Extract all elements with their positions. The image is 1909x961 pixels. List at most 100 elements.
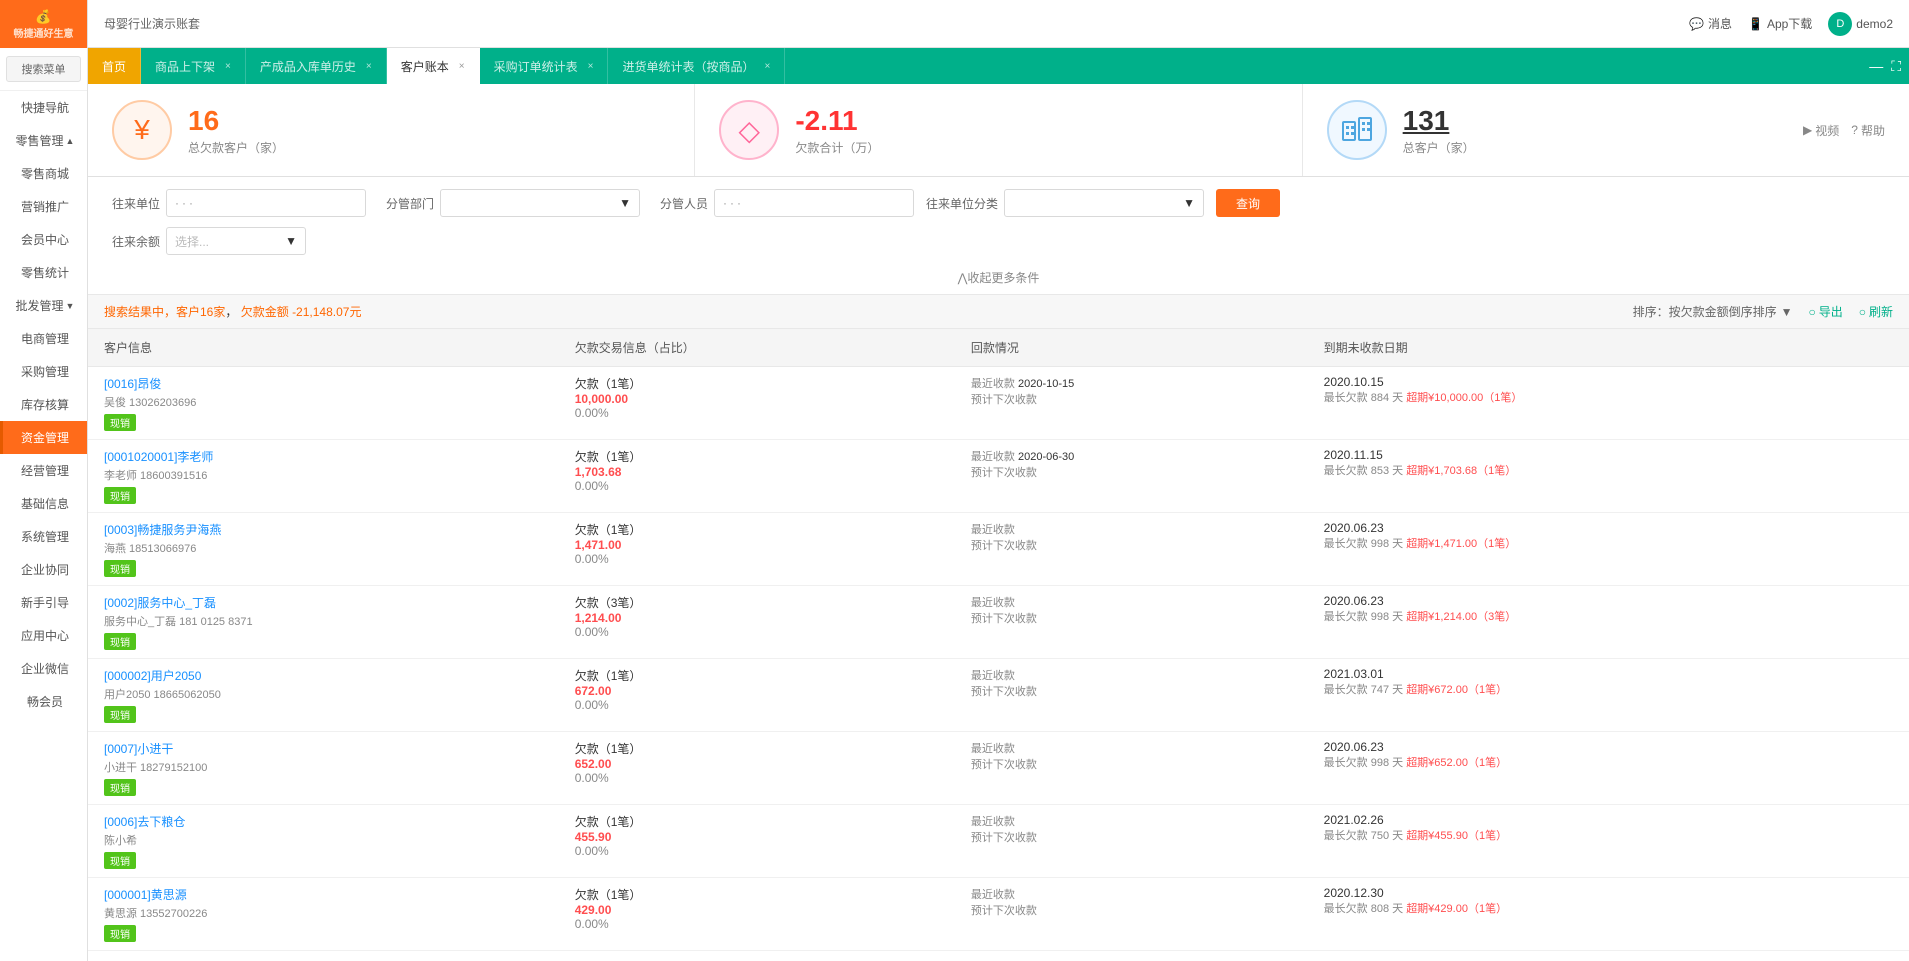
- customer-name-5[interactable]: [0007]小进干: [104, 740, 543, 757]
- customer-sub-0: 吴俊 13026203696: [104, 394, 543, 410]
- overdue-link-7[interactable]: 超期¥429.00（1笔）: [1406, 903, 1507, 915]
- tab-customer-account[interactable]: 客户账本 ×: [387, 48, 480, 84]
- customer-name-1[interactable]: [0001020001]李老师: [104, 448, 543, 465]
- app-download-button[interactable]: 📱 App下载: [1748, 15, 1812, 32]
- collapse-icon: ⋀: [958, 269, 968, 286]
- due-date-2: 2020.06.23: [1324, 521, 1893, 535]
- unit-class-select[interactable]: ▼: [1004, 189, 1204, 217]
- debt-amount-1[interactable]: 1,703.68: [575, 465, 939, 479]
- close-icon[interactable]: ×: [588, 61, 594, 72]
- cell-due-4: 2021.03.01 最长欠款 747 天 超期¥672.00（1笔）: [1308, 659, 1909, 732]
- debt-amount-6[interactable]: 455.90: [575, 830, 939, 844]
- tab-purchase-order[interactable]: 采购订单统计表 ×: [480, 48, 609, 84]
- from-unit-input[interactable]: ···: [166, 189, 366, 217]
- tab-home[interactable]: 首页: [88, 48, 141, 84]
- username-label: demo2: [1856, 17, 1893, 31]
- sidebar-item-operations[interactable]: 经营管理: [0, 454, 87, 487]
- dept-select[interactable]: ▼: [440, 189, 640, 217]
- customer-name-7[interactable]: [000001]黄思源: [104, 886, 543, 903]
- filter-toggle[interactable]: ⋀ 收起更多条件: [104, 265, 1893, 294]
- recent-label-6: 最近收款: [971, 813, 1292, 829]
- debt-amount-3[interactable]: 1,214.00: [575, 611, 939, 625]
- sidebar-item-retail-mall[interactable]: 零售商城: [0, 157, 87, 190]
- customer-name-6[interactable]: [0006]去下粮仓: [104, 813, 543, 830]
- sidebar-item-member-vip[interactable]: 畅会员: [0, 685, 87, 718]
- close-icon[interactable]: ×: [764, 61, 770, 72]
- sidebar-item-capital[interactable]: 资金管理: [0, 421, 87, 454]
- search-menu-button[interactable]: 搜索菜单: [6, 56, 81, 82]
- recent-label-3: 最近收款: [971, 594, 1292, 610]
- overdue-link-5[interactable]: 超期¥652.00（1笔）: [1406, 757, 1507, 769]
- export-button[interactable]: ○ 导出: [1808, 303, 1842, 320]
- sort-selector[interactable]: 排序：按欠款金额倒序排序 ▼: [1633, 303, 1793, 320]
- table-row: [0001020001]李老师 李老师 18600391516 现销 欠款（1笔…: [88, 440, 1909, 513]
- tab-product-shelf[interactable]: 商品上下架 ×: [141, 48, 246, 84]
- balance-placeholder: 选择...: [175, 233, 209, 250]
- table-row: [0016]昂俊 吴俊 13026203696 现销 欠款（1笔） 10,000…: [88, 367, 1909, 440]
- close-icon[interactable]: ×: [366, 61, 372, 72]
- due-date-0: 2020.10.15: [1324, 375, 1893, 389]
- collapse-label: 收起更多条件: [967, 269, 1039, 286]
- overdue-days-1: 最长欠款 853 天 超期¥1,703.68（1笔）: [1324, 462, 1893, 478]
- debt-amount-5[interactable]: 652.00: [575, 757, 939, 771]
- debt-customers-content: 16 总欠款客户（家）: [188, 104, 284, 157]
- close-icon[interactable]: ×: [225, 61, 231, 72]
- cell-customer-7: [000001]黄思源 黄思源 13552700226 现销: [88, 878, 559, 951]
- message-button[interactable]: 💬 消息: [1689, 15, 1732, 32]
- summary-actions: ▶ 视频 ? 帮助: [1803, 122, 1885, 139]
- minimize-icon[interactable]: —: [1869, 58, 1883, 75]
- sidebar-item-system[interactable]: 系统管理: [0, 520, 87, 553]
- sidebar-item-purchase[interactable]: 采购管理: [0, 355, 87, 388]
- sidebar-item-enterprise[interactable]: 企业协同: [0, 553, 87, 586]
- overdue-link-0[interactable]: 超期¥10,000.00（1笔）: [1406, 392, 1522, 404]
- tab-production-history[interactable]: 产成品入库单历史 ×: [246, 48, 387, 84]
- total-customers-icon: [1327, 100, 1387, 160]
- sidebar-item-member[interactable]: 会员中心: [0, 223, 87, 256]
- overdue-link-2[interactable]: 超期¥1,471.00（1笔）: [1406, 538, 1516, 550]
- debt-amount-7[interactable]: 429.00: [575, 903, 939, 917]
- balance-select[interactable]: 选择... ▼: [166, 227, 306, 255]
- debt-amount-2[interactable]: 1,471.00: [575, 538, 939, 552]
- customer-name-2[interactable]: [0003]畅捷服务尹海燕: [104, 521, 543, 538]
- refresh-button[interactable]: ○ 刷新: [1859, 303, 1893, 320]
- customer-name-0[interactable]: [0016]昂俊: [104, 375, 543, 392]
- video-link[interactable]: ▶ 视频: [1803, 122, 1839, 139]
- maximize-icon[interactable]: ⛶: [1891, 58, 1901, 75]
- sidebar-item-wechat[interactable]: 企业微信: [0, 652, 87, 685]
- sidebar-item-marketing[interactable]: 营销推广: [0, 190, 87, 223]
- customer-name-3[interactable]: [0002]服务中心_丁磊: [104, 594, 543, 611]
- user-avatar[interactable]: D demo2: [1828, 12, 1893, 36]
- help-link[interactable]: ? 帮助: [1851, 122, 1885, 139]
- debt-count-7: 欠款（1笔）: [575, 886, 939, 903]
- sidebar-item-retail-stat[interactable]: 零售统计: [0, 256, 87, 289]
- sidebar-item-guide[interactable]: 新手引导: [0, 586, 87, 619]
- overdue-link-6[interactable]: 超期¥455.90（1笔）: [1406, 830, 1507, 842]
- table-row: [0002]服务中心_丁磊 服务中心_丁磊 181 0125 8371 现销 欠…: [88, 586, 1909, 659]
- sidebar: 💰 畅捷通好生意 搜索菜单 快捷导航 零售管理 ▲ 零售商城 营销推广 会员中心…: [0, 0, 88, 961]
- customer-name-4[interactable]: [000002]用户2050: [104, 667, 543, 684]
- cell-payment-1: 最近收款 2020-06-30 预计下次收款: [955, 440, 1308, 513]
- overdue-link-1[interactable]: 超期¥1,703.68（1笔）: [1406, 465, 1516, 477]
- sidebar-item-batch-mgmt[interactable]: 批发管理 ▼: [0, 289, 87, 322]
- manager-input[interactable]: ···: [714, 189, 914, 217]
- close-icon[interactable]: ×: [459, 61, 465, 72]
- chevron-down-icon: ▼: [1183, 196, 1195, 210]
- debt-amount-0[interactable]: 10,000.00: [575, 392, 939, 406]
- sidebar-item-retail-mgmt[interactable]: 零售管理 ▲: [0, 124, 87, 157]
- sidebar-item-app-center[interactable]: 应用中心: [0, 619, 87, 652]
- debt-amount-4[interactable]: 672.00: [575, 684, 939, 698]
- avatar-icon: D: [1828, 12, 1852, 36]
- sidebar-item-ecommerce[interactable]: 电商管理: [0, 322, 87, 355]
- sidebar-item-quick-nav[interactable]: 快捷导航: [0, 91, 87, 124]
- query-button[interactable]: 查询: [1216, 189, 1280, 217]
- cell-payment-7: 最近收款 预计下次收款: [955, 878, 1308, 951]
- customer-tag-1: 现销: [104, 487, 136, 504]
- tab-inventory-stats[interactable]: 进货单统计表（按商品） ×: [608, 48, 785, 84]
- overdue-link-4[interactable]: 超期¥672.00（1笔）: [1406, 684, 1507, 696]
- sidebar-item-basic-info[interactable]: 基础信息: [0, 487, 87, 520]
- overdue-link-3[interactable]: 超期¥1,214.00（3笔）: [1406, 611, 1516, 623]
- results-bar: 搜索结果中，客户16家， 欠款金额 -21,148.07元 排序：按欠款金额倒序…: [88, 295, 1909, 329]
- sidebar-item-inventory[interactable]: 库存核算: [0, 388, 87, 421]
- debt-customers-label: 总欠款客户（家）: [188, 139, 284, 156]
- tab-purchase-order-label: 采购订单统计表: [494, 58, 578, 75]
